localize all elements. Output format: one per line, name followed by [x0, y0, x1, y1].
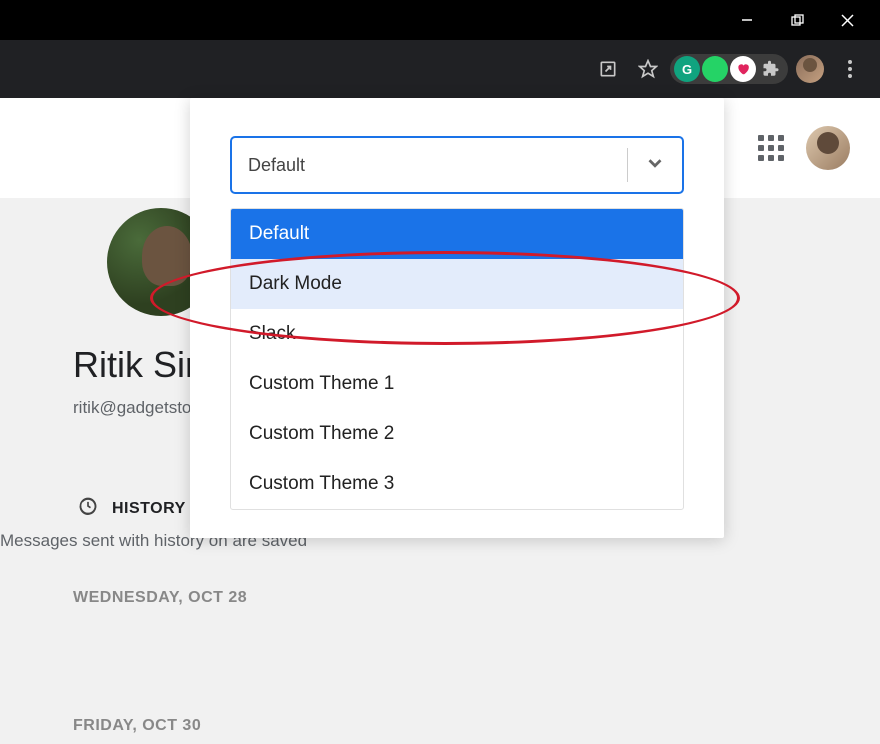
green-ext-icon[interactable]	[702, 56, 728, 82]
browser-toolbar: G	[0, 40, 880, 98]
theme-select[interactable]: Default	[230, 136, 684, 194]
date-label-2: FRIDAY, OCT 30	[0, 717, 880, 735]
theme-option-custom2[interactable]: Custom Theme 2	[231, 409, 683, 459]
date-label-1: WEDNESDAY, OCT 28	[0, 589, 880, 607]
window-close[interactable]	[822, 0, 872, 40]
open-external-icon[interactable]	[590, 51, 626, 87]
window-maximize[interactable]	[772, 0, 822, 40]
profile-avatar-small[interactable]	[792, 51, 828, 87]
theme-options-list: Default Dark Mode Slack Custom Theme 1 C…	[230, 208, 684, 510]
theme-dropdown-panel: Default Default Dark Mode Slack Custom T…	[190, 98, 724, 538]
extensions-pill: G	[670, 54, 788, 84]
window-titlebar	[0, 0, 880, 40]
theme-option-darkmode[interactable]: Dark Mode	[231, 259, 683, 309]
chevron-down-icon	[644, 152, 666, 179]
history-label: HISTORY	[112, 500, 186, 518]
theme-option-default[interactable]: Default	[231, 209, 683, 259]
heart-ext-icon[interactable]	[730, 56, 756, 82]
theme-select-value: Default	[248, 155, 305, 176]
theme-option-custom1[interactable]: Custom Theme 1	[231, 359, 683, 409]
account-avatar[interactable]	[806, 126, 850, 170]
history-icon	[78, 496, 98, 521]
theme-option-custom3[interactable]: Custom Theme 3	[231, 459, 683, 509]
apps-grid-icon[interactable]	[758, 135, 784, 161]
window-minimize[interactable]	[722, 0, 772, 40]
select-divider	[627, 148, 628, 182]
theme-option-slack[interactable]: Slack	[231, 309, 683, 359]
browser-menu-icon[interactable]	[832, 51, 868, 87]
star-icon[interactable]	[630, 51, 666, 87]
puzzle-ext-icon[interactable]	[758, 56, 784, 82]
grammarly-ext-icon[interactable]: G	[674, 56, 700, 82]
